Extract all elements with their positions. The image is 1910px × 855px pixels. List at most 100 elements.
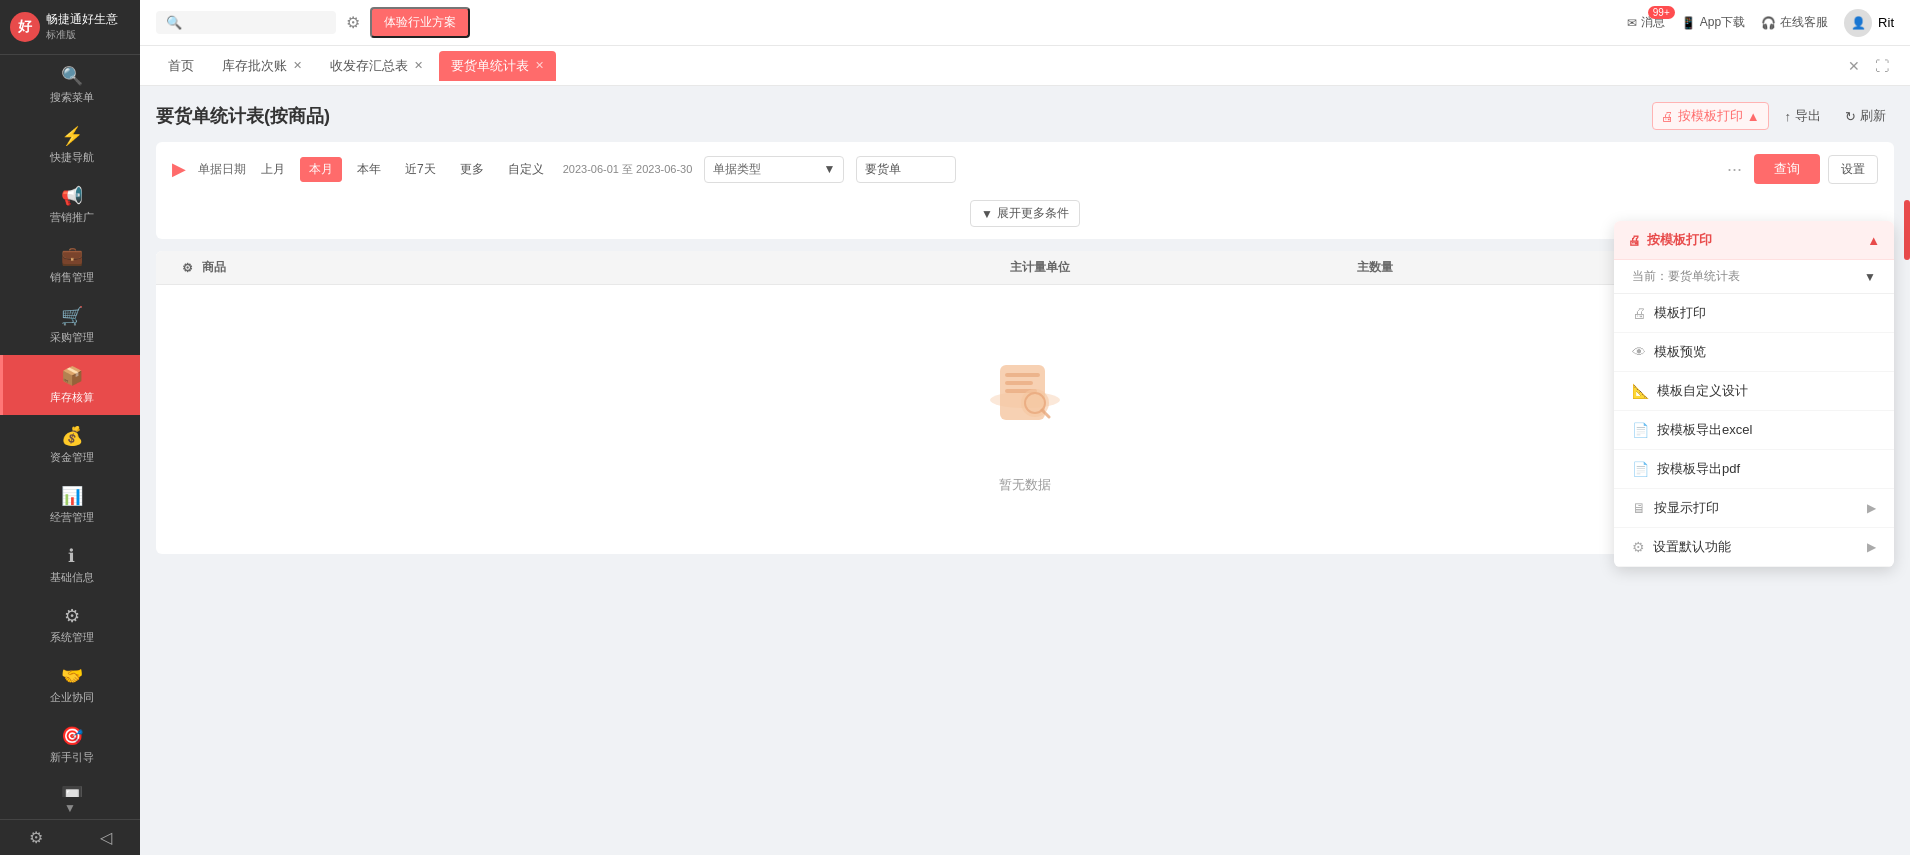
topbar-search-box[interactable]: 🔍 [156,11,336,34]
date-btn-current-year[interactable]: 本年 [348,157,390,182]
content-area: 要货单统计表(按商品) 🖨 按模板打印 ▲ ↑ 导出 ↻ 刷新 [140,86,1910,855]
user-menu[interactable]: 👤 Rit [1844,9,1894,37]
dropdown-item-set-default[interactable]: ⚙ 设置默认功能 ▶ [1614,528,1894,567]
settings-btn[interactable]: 设置 [1828,155,1878,184]
tab-order-stats[interactable]: 要货单统计表 ✕ [439,51,556,81]
print-template-btn[interactable]: 🖨 按模板打印 ▲ [1652,102,1769,130]
user-name: Rit [1878,15,1894,30]
export-pdf-icon: 📄 [1632,461,1649,477]
sidebar-item-inventory[interactable]: 📦库存核算 [0,355,140,415]
tab-home[interactable]: 首页 [156,51,206,81]
order-type-select[interactable]: 单据类型 ▼ [704,156,844,183]
col-quantity: 主数量 [1208,259,1543,276]
tab-label-home: 首页 [168,57,194,75]
refresh-icon: ↻ [1845,109,1856,124]
sidebar-item-operations[interactable]: 📊经营管理 [0,475,140,535]
current-chevron-icon: ▼ [1864,270,1876,284]
sidebar-item-purchase[interactable]: 🛒采购管理 [0,295,140,355]
export-excel-label: 按模板导出excel [1657,421,1752,439]
app-download-action[interactable]: 📱 App下载 [1681,14,1745,31]
sidebar-item-marketing[interactable]: 📢营销推广 [0,175,140,235]
sidebar-scroll-down[interactable]: ▼ [0,797,140,819]
quick-nav-nav-icon: ⚡ [61,125,83,147]
trial-btn[interactable]: 体验行业方案 [370,7,470,38]
sales-nav-icon: 💼 [61,245,83,267]
export-pdf-label: 按模板导出pdf [1657,460,1740,478]
date-btn-more[interactable]: 更多 [451,157,493,182]
dropdown-menu: 🖨 按模板打印 ▲ 当前：要货单统计表 ▼ 🖨 模板打印 👁 模板预览 📐 模板… [1614,221,1894,567]
window-close-btn[interactable]: ✕ [1842,54,1866,78]
sidebar-item-new-guide[interactable]: 🎯新手引导 [0,715,140,775]
template-print-label: 模板打印 [1654,304,1706,322]
sidebar-item-sales[interactable]: 💼销售管理 [0,235,140,295]
template-preview-label: 模板预览 [1654,343,1706,361]
export-btn[interactable]: ↑ 导出 [1777,103,1830,129]
expand-more-conditions-btn[interactable]: ▼ 展开更多条件 [970,200,1080,227]
col-settings[interactable]: ⚙ [172,261,202,275]
collapse-sidebar-icon[interactable]: ◁ [100,828,112,847]
tab-close-order-stats[interactable]: ✕ [535,59,544,72]
svg-rect-3 [1005,381,1033,385]
tab-close-receipts-summary[interactable]: ✕ [414,59,423,72]
purchase-nav-icon: 🛒 [61,305,83,327]
refresh-btn[interactable]: ↻ 刷新 [1837,103,1894,129]
empty-state-icon [975,345,1075,464]
topbar-settings-icon[interactable]: ⚙ [346,13,360,32]
template-print-icon: 🖨 [1632,305,1646,321]
tab-label-order-stats: 要货单统计表 [451,57,529,75]
dropdown-chevron-up-icon: ▲ [1867,233,1880,248]
dropdown-item-template-print[interactable]: 🖨 模板打印 [1614,294,1894,333]
query-btn[interactable]: 查询 [1754,154,1820,184]
filter-actions: ··· 查询 设置 [1723,154,1878,184]
required-goods-filter[interactable]: 要货单 [856,156,956,183]
app-center-nav-icon: 🔲 [61,785,83,797]
operations-nav-icon: 📊 [61,485,83,507]
dropdown-item-template-preview[interactable]: 👁 模板预览 [1614,333,1894,372]
sidebar-item-finance[interactable]: 💰资金管理 [0,415,140,475]
filter-more-icon[interactable]: ··· [1723,159,1746,180]
dropdown-item-export-pdf[interactable]: 📄 按模板导出pdf [1614,450,1894,489]
tab-inventory-batch[interactable]: 库存批次账✕ [210,51,314,81]
dropdown-current-item[interactable]: 当前：要货单统计表 ▼ [1614,260,1894,294]
sidebar-item-enterprise[interactable]: 🤝企业协同 [0,655,140,715]
template-preview-icon: 👁 [1632,344,1646,360]
sidebar-item-system[interactable]: ⚙系统管理 [0,595,140,655]
dropdown-header[interactable]: 🖨 按模板打印 ▲ [1614,221,1894,260]
expand-down-icon: ▼ [981,207,993,221]
dropdown-item-template-design[interactable]: 📐 模板自定义设计 [1614,372,1894,411]
search-icon: 🔍 [166,15,182,30]
template-design-label: 模板自定义设计 [1657,382,1748,400]
settings-bottom-icon[interactable]: ⚙ [29,828,43,847]
logo-text-block: 畅捷通好生意 标准版 [46,12,118,42]
sidebar-item-search[interactable]: 🔍搜索菜单 [0,55,140,115]
sidebar-item-basic-info[interactable]: ℹ基础信息 [0,535,140,595]
online-service-action[interactable]: 🎧 在线客服 [1761,14,1828,31]
filter-expand-icon[interactable]: ▶ [172,158,186,180]
tab-label-receipts-summary: 收发存汇总表 [330,57,408,75]
message-action[interactable]: ✉ 消息 99+ [1627,14,1665,31]
sidebar-item-quick-nav[interactable]: ⚡快捷导航 [0,115,140,175]
set-default-label: 设置默认功能 [1653,538,1731,556]
avatar: 👤 [1844,9,1872,37]
scroll-thumb[interactable] [1904,200,1910,260]
tab-receipts-summary[interactable]: 收发存汇总表 ✕ [318,51,435,81]
online-service-label: 在线客服 [1780,14,1828,31]
display-print-chevron-icon: ▶ [1867,501,1876,515]
svg-rect-2 [1005,373,1040,377]
sidebar-bottom: ⚙ ◁ [0,819,140,855]
date-btn-custom[interactable]: 自定义 [499,157,553,182]
tab-close-inventory-batch[interactable]: ✕ [293,59,302,72]
dropdown-item-export-excel[interactable]: 📄 按模板导出excel [1614,411,1894,450]
export-label: 导出 [1795,107,1821,125]
date-btn-current-month[interactable]: 本月 [300,157,342,182]
printer-dropdown-icon: 🖨 [1628,233,1641,248]
window-expand-btn[interactable]: ⛶ [1870,54,1894,78]
date-btn-last-7-days[interactable]: 近7天 [396,157,445,182]
current-label: 当前：要货单统计表 [1632,268,1740,285]
topbar-search-input[interactable] [188,16,308,30]
dropdown-item-display-print[interactable]: 🖥 按显示打印 ▶ [1614,489,1894,528]
tabbar: 首页库存批次账✕ 收发存汇总表 ✕ 要货单统计表 ✕ ✕ ⛶ [140,46,1910,86]
date-filter-label: 单据日期 [198,161,246,178]
sidebar-item-app-center[interactable]: 🔲应用中心 [0,775,140,797]
date-btn-prev-month[interactable]: 上月 [252,157,294,182]
